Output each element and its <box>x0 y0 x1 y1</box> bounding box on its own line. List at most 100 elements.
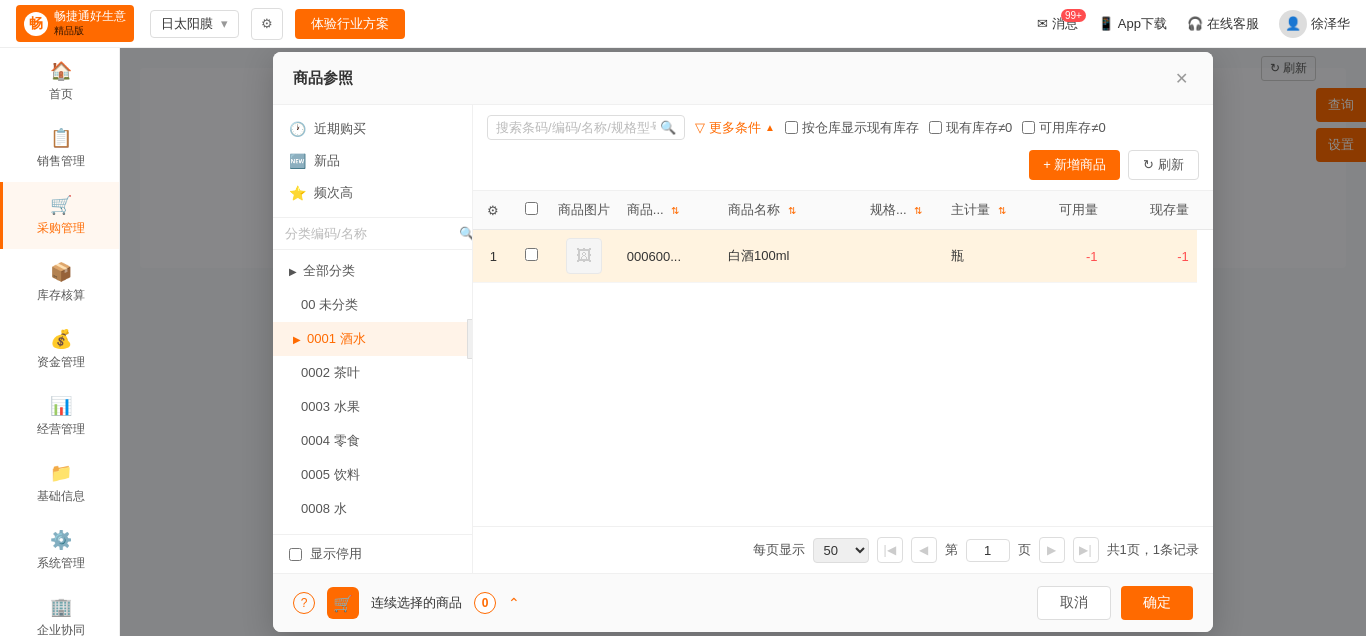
row-index: 1 <box>473 230 514 283</box>
sidebar-item-system[interactable]: ⚙️ 系统管理 <box>0 517 119 584</box>
category-label-0002: 0002 茶叶 <box>301 364 360 382</box>
online-service-nav[interactable]: 🎧 在线客服 <box>1187 15 1259 33</box>
category-item-0005[interactable]: 0005 饮料 <box>273 458 472 492</box>
recent-icon: 🕐 <box>289 121 306 137</box>
col-header-code[interactable]: 商品... ⇅ <box>619 191 720 230</box>
category-item-0001[interactable]: ▶ 0001 酒水 <box>273 322 472 356</box>
usable-filter-checkbox[interactable] <box>1022 121 1035 134</box>
sidebar-item-basic[interactable]: 📁 基础信息 <box>0 450 119 517</box>
col-header-image[interactable]: 商品图片 <box>550 191 619 230</box>
app-logo[interactable]: 畅 畅捷通好生意 精品版 <box>16 5 134 43</box>
category-item-all[interactable]: ▶ 全部分类 <box>273 254 472 288</box>
cancel-button[interactable]: 取消 <box>1037 586 1111 620</box>
col-header-checkbox[interactable] <box>514 191 550 230</box>
category-search-icon[interactable]: 🔍 <box>459 226 473 241</box>
col-header-available[interactable]: 可用量 <box>1014 191 1105 230</box>
category-item-0003[interactable]: 0003 水果 <box>273 390 472 424</box>
row-name: 白酒100ml <box>720 230 862 283</box>
col-header-name[interactable]: 商品名称 ⇅ <box>720 191 862 230</box>
finance-icon: 💰 <box>50 328 72 350</box>
main-content: 查询 设置 ↻ 刷新 商品参照 ✕ <box>120 48 1366 636</box>
modal-close-button[interactable]: ✕ <box>1169 66 1193 90</box>
table-body: 1 🖼 000600... 白酒100ml <box>473 230 1213 283</box>
show-disabled-checkbox[interactable] <box>289 548 302 561</box>
available-filter-checkbox[interactable] <box>929 121 942 134</box>
next-page-button[interactable]: ▶ <box>1039 537 1065 563</box>
user-nav[interactable]: 👤 徐泽华 <box>1279 10 1350 38</box>
category-item-0010[interactable]: 0010 家电 <box>273 526 472 534</box>
available-filter-label: 现有库存≠0 <box>946 119 1012 137</box>
modal-title: 商品参照 <box>293 69 353 88</box>
pagination-bar: 每页显示 50 10 20 100 |◀ ◀ 第 1 页 <box>473 526 1213 573</box>
category-label-0008: 0008 水 <box>301 500 347 518</box>
modal-footer: ? 🛒 连续选择的商品 0 ⌃ 取消 确定 <box>273 573 1213 632</box>
online-service-label: 在线客服 <box>1207 15 1259 33</box>
app-download-label: App下载 <box>1118 15 1167 33</box>
expand-0001-icon: ▶ <box>293 334 301 345</box>
select-all-checkbox[interactable] <box>525 202 538 215</box>
main-layout: 🏠 首页 📋 销售管理 🛒 采购管理 📦 库存核算 💰 资金管理 📊 经营管理 … <box>0 48 1366 636</box>
sidebar-label-home: 首页 <box>49 86 73 103</box>
cart-icon[interactable]: 🛒 <box>327 587 359 619</box>
col-scrollbar-placeholder <box>1197 191 1213 230</box>
product-search-input[interactable] <box>496 120 656 135</box>
row-unit: 瓶 <box>943 230 1015 283</box>
col-header-stock[interactable]: 现存量 <box>1106 191 1197 230</box>
warehouse-filter-checkbox[interactable] <box>785 121 798 134</box>
help-icon[interactable]: ? <box>293 592 315 614</box>
category-item-0002[interactable]: 0002 茶叶 <box>273 356 472 390</box>
per-page-select[interactable]: 50 10 20 100 <box>813 538 869 563</box>
product-table: ⚙ 商品图片 商品... <box>473 191 1213 283</box>
col-header-unit[interactable]: 主计量 ⇅ <box>943 191 1015 230</box>
sidebar-item-finance[interactable]: 💰 资金管理 <box>0 316 119 383</box>
table-row[interactable]: 1 🖼 000600... 白酒100ml <box>473 230 1213 283</box>
sidebar-item-inventory[interactable]: 📦 库存核算 <box>0 249 119 316</box>
prev-page-button[interactable]: ◀ <box>911 537 937 563</box>
usable-filter-label: 可用库存≠0 <box>1039 119 1105 137</box>
sidebar-item-purchase[interactable]: 🛒 采购管理 <box>0 182 119 249</box>
sidebar-label-finance: 资金管理 <box>37 354 85 371</box>
category-search-input[interactable] <box>285 226 453 241</box>
search-icon[interactable]: 🔍 <box>660 120 676 135</box>
row-checkbox-cell[interactable] <box>514 230 550 283</box>
col-header-settings[interactable]: ⚙ <box>473 191 514 230</box>
sidebar-item-home[interactable]: 🏠 首页 <box>0 48 119 115</box>
col-header-spec[interactable]: 规格... ⇅ <box>862 191 943 230</box>
sales-icon: 📋 <box>50 127 72 149</box>
last-page-button[interactable]: ▶| <box>1073 537 1099 563</box>
category-item-0008[interactable]: 0008 水 <box>273 492 472 526</box>
sidebar-item-operation[interactable]: 📊 经营管理 <box>0 383 119 450</box>
store-selector[interactable]: 日太阳膜 ▾ <box>150 10 239 38</box>
right-panel: 🔍 ▽ 更多条件 ▲ 按仓库显示现有库存 <box>473 105 1213 573</box>
show-disabled-label[interactable]: 显示停用 <box>310 545 362 563</box>
selected-count-badge: 0 <box>474 592 496 614</box>
sidebar-item-enterprise[interactable]: 🏢 企业协同 <box>0 584 119 636</box>
category-item-0004[interactable]: 0004 零食 <box>273 424 472 458</box>
page-input[interactable]: 1 <box>966 539 1010 562</box>
quick-link-new[interactable]: 🆕 新品 <box>273 145 472 177</box>
first-page-button[interactable]: |◀ <box>877 537 903 563</box>
product-toolbar: 🔍 ▽ 更多条件 ▲ 按仓库显示现有库存 <box>473 105 1213 191</box>
category-item-00[interactable]: 00 未分类 <box>273 288 472 322</box>
add-product-button[interactable]: + 新增商品 <box>1029 150 1120 180</box>
page-label: 第 <box>945 541 958 559</box>
settings-icon[interactable]: ⚙ <box>251 8 283 40</box>
app-download-nav[interactable]: 📱 App下载 <box>1098 15 1167 33</box>
messages-nav[interactable]: ✉ 消息 99+ <box>1037 15 1078 33</box>
trial-button[interactable]: 体验行业方案 <box>295 9 405 39</box>
available-filter[interactable]: 现有库存≠0 <box>929 119 1012 137</box>
row-checkbox[interactable] <box>525 248 538 261</box>
quick-link-frequent-label: 频次高 <box>314 184 353 202</box>
sidebar-item-sales[interactable]: 📋 销售管理 <box>0 115 119 182</box>
chevron-up-icon: ▲ <box>765 122 775 133</box>
usable-filter[interactable]: 可用库存≠0 <box>1022 119 1105 137</box>
refresh-button[interactable]: ↻ 刷新 <box>1128 150 1199 180</box>
warehouse-filter[interactable]: 按仓库显示现有库存 <box>785 119 919 137</box>
confirm-button[interactable]: 确定 <box>1121 586 1193 620</box>
footer-collapse-icon[interactable]: ⌃ <box>508 595 520 611</box>
quick-link-frequent[interactable]: ⭐ 频次高 <box>273 177 472 209</box>
category-label-0004: 0004 零食 <box>301 432 360 450</box>
star-icon: ⭐ <box>289 185 306 201</box>
quick-link-recent[interactable]: 🕐 近期购买 <box>273 113 472 145</box>
filter-more-button[interactable]: ▽ 更多条件 ▲ <box>695 119 775 137</box>
